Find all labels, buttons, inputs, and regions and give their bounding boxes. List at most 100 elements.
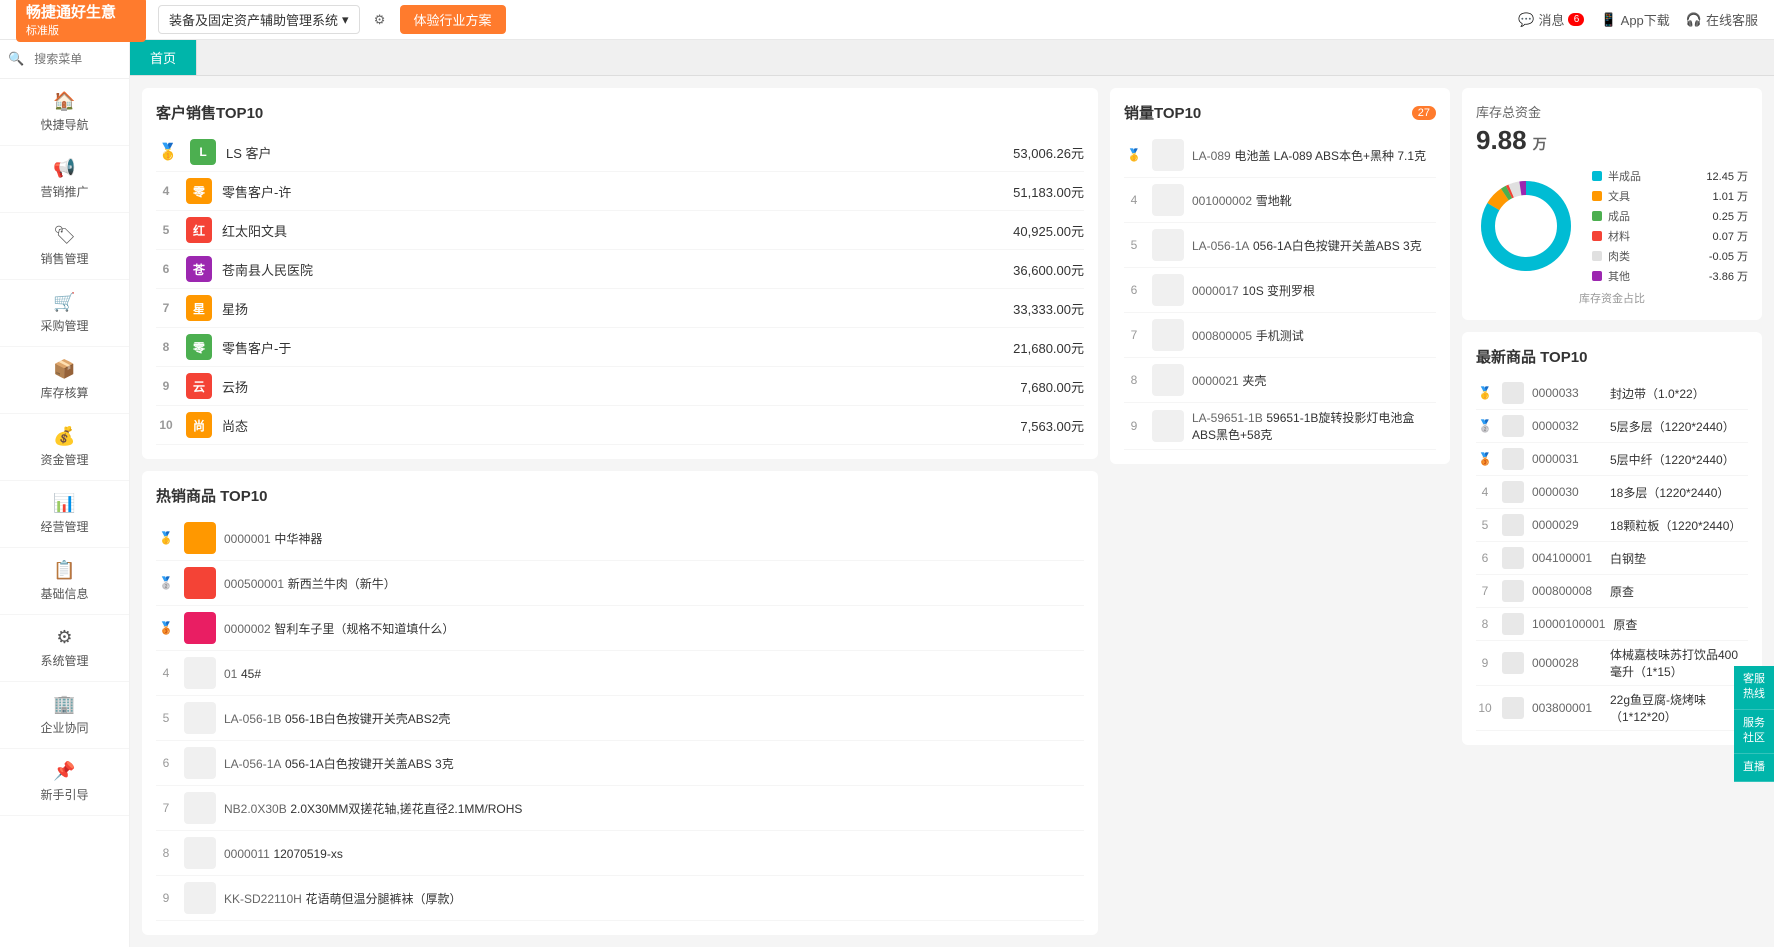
sidebar-item-purchase[interactable]: 🛒 采购管理 [0, 280, 129, 347]
avatar: 尚 [186, 412, 212, 438]
basic-info-icon: 📋 [53, 560, 75, 581]
list-item: 🥇 LA-089 电池盖 LA-089 ABS本色+黑种 7.1克 [1124, 133, 1436, 178]
product-info: LA-056-1A 056-1A白色按键开关盖ABS 3克 [224, 755, 1084, 772]
list-item: 6 004100001 白钢垫 [1476, 542, 1748, 575]
product-image [1152, 274, 1184, 306]
list-item: 4 001000002 雪地靴 [1124, 178, 1436, 223]
settings-icon[interactable]: ⚙ [366, 6, 394, 34]
phone-icon: 📱 [1600, 12, 1616, 28]
product-info: LA-59651-1B 59651-1B旋转投影灯电池盒ABS黑色+58克 [1192, 409, 1436, 443]
cs-livestream-button[interactable]: 直播 [1734, 754, 1774, 782]
new-product-icon [1502, 448, 1524, 470]
product-image [1152, 364, 1184, 396]
system-icon: ⚙ [56, 627, 72, 648]
newest-products-title: 最新商品 TOP10 [1476, 346, 1587, 367]
avatar: 苍 [186, 256, 212, 282]
sidebar-item-guide[interactable]: 📌 新手引导 [0, 749, 129, 816]
legend-item: 肉类 -0.05 万 [1592, 248, 1748, 264]
inventory-subtitle: 库存资金占比 [1476, 290, 1748, 306]
inventory-legend: 半成品 12.45 万 文具 1.01 万 成品 0 [1592, 168, 1748, 284]
list-item: 6 LA-056-1A 056-1A白色按键开关盖ABS 3克 [156, 741, 1084, 786]
rank-number: 7 [156, 301, 176, 315]
new-product-icon [1502, 547, 1524, 569]
top-products-count: 27 [1412, 106, 1436, 120]
product-image [1152, 139, 1184, 171]
new-product-icon [1502, 382, 1524, 404]
product-image [184, 702, 216, 734]
new-product-icon [1502, 580, 1524, 602]
online-service-button[interactable]: 🎧 在线客服 [1686, 10, 1758, 29]
sidebar-item-system[interactable]: ⚙ 系统管理 [0, 615, 129, 682]
avatar: 红 [186, 217, 212, 243]
avatar: 星 [186, 295, 212, 321]
avatar: 零 [186, 334, 212, 360]
sidebar-item-basic-info[interactable]: 📋 基础信息 [0, 548, 129, 615]
app-download-button[interactable]: 📱 App下载 [1600, 10, 1669, 29]
top-products-header: 销量TOP10 27 [1124, 102, 1436, 123]
product-image [184, 837, 216, 869]
list-item: 9 KK-SD22110H 花语萌但温分腿裤袜（厚款） [156, 876, 1084, 921]
donut-chart [1476, 176, 1576, 276]
hot-products-header: 热销商品 TOP10 [156, 485, 1084, 506]
list-item: 9 LA-59651-1B 59651-1B旋转投影灯电池盒ABS黑色+58克 [1124, 403, 1436, 450]
table-row: 4 零 零售客户-许 51,183.00元 [156, 172, 1084, 211]
customer-ranking-panel: 客户销售TOP10 🥇 L LS 客户 53,006.26元 4 [142, 88, 1098, 459]
sidebar-item-home[interactable]: 🏠 快捷导航 [0, 79, 129, 146]
customer-name: 红太阳文具 [222, 221, 1003, 240]
list-item: 5 LA-056-1B 056-1B白色按键开关壳ABS2壳 [156, 696, 1084, 741]
customer-name: 零售客户-许 [222, 182, 1003, 201]
cs-float: 客服热线 服务社区 直播 [1734, 666, 1774, 782]
product-rank: 7 [156, 801, 176, 815]
trial-button[interactable]: 体验行业方案 [400, 5, 506, 34]
tab-home[interactable]: 首页 [130, 40, 197, 75]
new-product-icon [1502, 481, 1524, 503]
legend-item: 成品 0.25 万 [1592, 208, 1748, 224]
topbar: 畅捷通好生意 标准版 装备及固定资产辅助管理系统 ▾ ⚙ 体验行业方案 💬 消息… [0, 0, 1774, 40]
system-selector[interactable]: 装备及固定资产辅助管理系统 ▾ [158, 5, 360, 34]
search-area: 🔍 [0, 40, 129, 79]
top-products-title: 销量TOP10 [1124, 102, 1201, 123]
sidebar-item-finance[interactable]: 💰 资金管理 [0, 414, 129, 481]
sidebar-item-inventory[interactable]: 📦 库存核算 [0, 347, 129, 414]
list-item: 5 0000029 18颗粒板（1220*2440） [1476, 509, 1748, 542]
search-input[interactable] [28, 48, 108, 70]
sidebar-item-enterprise[interactable]: 🏢 企业协同 [0, 682, 129, 749]
sidebar-item-marketing[interactable]: 📢 营销推广 [0, 146, 129, 213]
legend-item: 半成品 12.45 万 [1592, 168, 1748, 184]
cs-livestream-label: 直播 [1743, 761, 1765, 773]
avatar: L [190, 139, 216, 165]
newest-products-header: 最新商品 TOP10 [1476, 346, 1748, 367]
cs-community-button[interactable]: 服务社区 [1734, 710, 1774, 754]
customer-name: 零售客户-于 [222, 338, 1003, 357]
product-info: 0000011 12070519-xs [224, 846, 1084, 861]
product-rank: 9 [1124, 419, 1144, 433]
product-info: NB2.0X30B 2.0X30MM双搓花轴,搓花直径2.1MM/ROHS [224, 800, 1084, 817]
sidebar-item-sales[interactable]: 🏷 销售管理 [0, 213, 129, 280]
left-panel: 客户销售TOP10 🥇 L LS 客户 53,006.26元 4 [142, 88, 1098, 935]
product-info: 001000002 雪地靴 [1192, 192, 1436, 209]
rank-number: 10 [156, 418, 176, 432]
inventory-panel: 库存总资金 9.88 万 [1462, 88, 1762, 320]
new-product-rank: 🥈 [1476, 419, 1494, 433]
message-button[interactable]: 💬 消息 6 [1518, 10, 1584, 29]
product-rank: 8 [156, 846, 176, 860]
middle-panel: 销量TOP10 27 🥇 LA-089 电池盖 LA-089 ABS本色+黑种 … [1110, 88, 1450, 935]
app-logo-area: 畅捷通好生意 标准版 [16, 0, 146, 42]
product-image [184, 882, 216, 914]
product-rank: 6 [156, 756, 176, 770]
hot-products-title: 热销商品 TOP10 [156, 485, 267, 506]
rank-number: 6 [156, 262, 176, 276]
new-product-rank: 4 [1476, 485, 1494, 499]
new-product-rank: 10 [1476, 701, 1494, 715]
sidebar-item-management[interactable]: 📊 经营管理 [0, 481, 129, 548]
table-row: 8 零 零售客户-于 21,680.00元 [156, 328, 1084, 367]
marketing-icon: 📢 [53, 158, 75, 179]
finance-icon: 💰 [53, 426, 75, 447]
product-rank: 🥉 [156, 621, 176, 635]
cs-hotline-button[interactable]: 客服热线 [1734, 666, 1774, 710]
table-row: 6 苍 苍南县人民医院 36,600.00元 [156, 250, 1084, 289]
home-icon: 🏠 [53, 91, 75, 112]
top-products-panel: 销量TOP10 27 🥇 LA-089 电池盖 LA-089 ABS本色+黑种 … [1110, 88, 1450, 464]
product-info: 0000002 智利车子里（规格不知道填什么） [224, 620, 1084, 637]
new-product-icon [1502, 697, 1524, 719]
